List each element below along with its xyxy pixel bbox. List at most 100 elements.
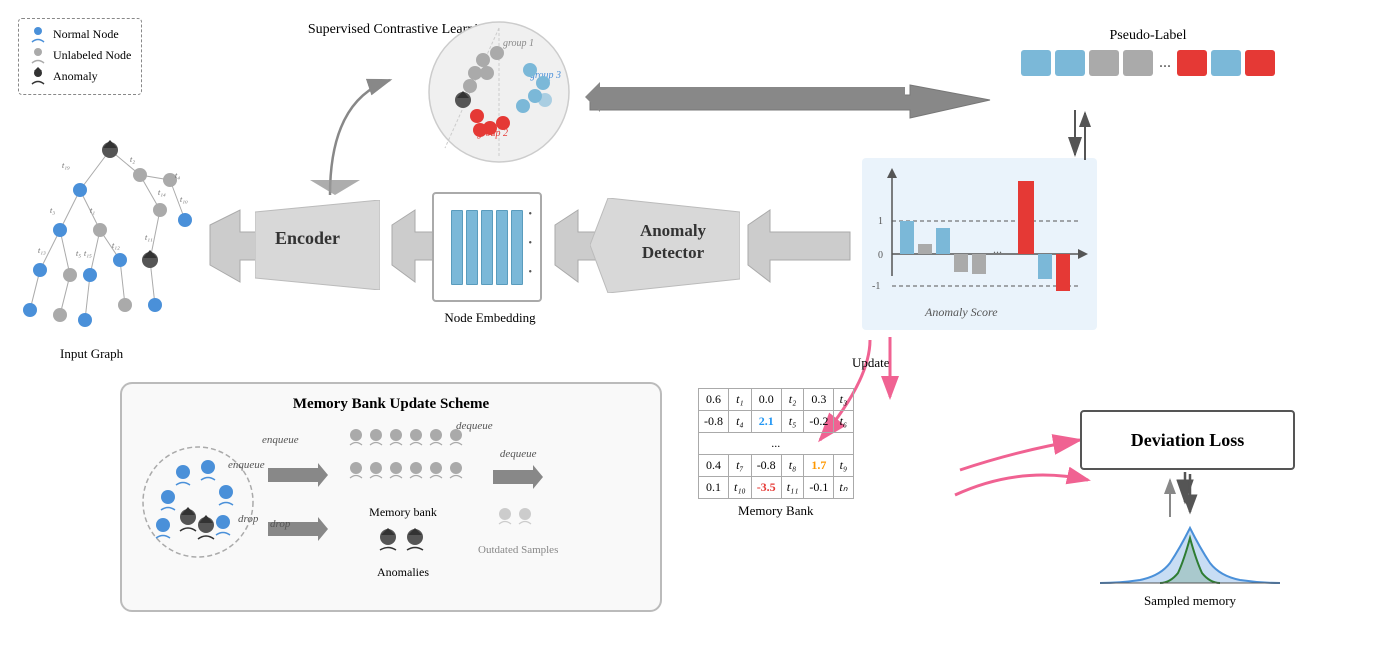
memory-bank-table: 0.6 t₁ 0.0 t₂ 0.3 t₃ -0.8 t₄ 2.1 t₅ -0.2…: [698, 388, 854, 499]
enqueue-label-text: enqueue: [262, 434, 299, 446]
dequeue-label-text: dequeue: [456, 420, 493, 432]
anomaly-score-chart: 1 0 -1 ... Anomaly Score: [862, 158, 1097, 330]
stripe-3: [481, 210, 493, 285]
sampled-to-dev-arrow: [1155, 475, 1185, 520]
anomalies-svg: [373, 525, 433, 565]
memory-bank-sub-label: Memory bank: [369, 505, 437, 520]
svg-text:t₁₀: t₁₀: [180, 195, 188, 204]
outdated-label: Outdated Samples: [478, 544, 558, 556]
diagram-container: Normal Node Unlabeled Node Anomaly: [0, 0, 1378, 646]
memory-bank-label: Memory Bank: [698, 503, 854, 519]
memory-bank-update-scheme: Memory Bank Update Scheme: [120, 382, 662, 612]
svg-text:t₁₉: t₁₉: [62, 161, 70, 170]
cell-4-3: t₁₁: [781, 477, 804, 499]
cell-2-dots: ...: [699, 433, 854, 455]
drop-label: drop: [238, 513, 258, 525]
encoder-box: Encoder: [255, 200, 380, 290]
cell-3-2: -0.8: [751, 455, 781, 477]
svg-text:t₁₅: t₁₅: [84, 249, 92, 258]
table-row: ...: [699, 433, 854, 455]
anomaly-detector-label: Anomaly Detector: [618, 220, 728, 264]
svg-text:t₄: t₄: [175, 171, 180, 180]
legend-normal-label: Normal Node: [53, 27, 119, 42]
pseudo-label-title: Pseudo-Label: [1018, 28, 1278, 44]
embedding-stripes: [451, 210, 523, 285]
svg-text:t₂: t₂: [130, 155, 135, 164]
svg-text:0: 0: [878, 250, 883, 261]
cell-3-4: 1.7: [804, 455, 834, 477]
enqueue-arrow-group: enqueue: [268, 463, 328, 487]
anomaly-detector-box: Anomaly Detector: [590, 198, 740, 293]
anomaly-node-icon: [29, 67, 47, 85]
table-row: 0.6 t₁ 0.0 t₂ 0.3 t₃: [699, 389, 854, 411]
node-embedding-label: Node Embedding: [420, 310, 560, 326]
stripe-1: [451, 210, 463, 285]
memory-bank-table-area: 0.6 t₁ 0.0 t₂ 0.3 t₃ -0.8 t₄ 2.1 t₅ -0.2…: [698, 388, 854, 519]
bell-curve-svg: [1090, 518, 1290, 588]
score-chart-svg: 1 0 -1 ... Anomaly Score: [870, 166, 1089, 322]
enqueue-label: enqueue: [228, 459, 265, 471]
svg-text:Anomaly Score: Anomaly Score: [924, 305, 998, 319]
score-to-pseudo-arrow: [1070, 108, 1100, 163]
node-embedding-box: • • •: [432, 192, 542, 302]
svg-text:1: 1: [878, 216, 883, 227]
svg-text:...: ...: [993, 242, 1002, 256]
back-arrow-svg: [585, 82, 905, 112]
cluster-svg: group 1 group 3 group 2: [425, 18, 573, 166]
pl-box-3: [1089, 50, 1119, 76]
svg-text:t₁: t₁: [90, 206, 95, 215]
memory-bank-people: Memory bank Anomalies: [338, 423, 468, 580]
embedding-dots: • • •: [528, 209, 532, 278]
stripe-4: [496, 210, 508, 285]
svg-text:t₃: t₃: [50, 206, 55, 215]
table-row: -0.8 t₄ 2.1 t₅ -0.2 t₆: [699, 411, 854, 433]
cell-0-3: t₂: [781, 389, 804, 411]
pl-box-4: [1123, 50, 1153, 76]
cell-0-1: t₁: [729, 389, 752, 411]
cluster-area: group 1 group 3 group 2: [425, 18, 573, 166]
table-row: 0.1 t₁₀ -3.5 t₁₁ -0.1 tₙ: [699, 477, 854, 499]
input-people-circle: [138, 437, 258, 567]
cell-0-5: t₃: [834, 389, 853, 411]
cell-1-4: -0.2: [804, 411, 834, 433]
memory-bank-title: Memory Bank Update Scheme: [138, 396, 644, 413]
outdated-section: Outdated Samples: [478, 504, 558, 556]
cell-1-0: -0.8: [699, 411, 729, 433]
pseudo-label-boxes: ...: [1018, 50, 1278, 76]
cell-4-2: -3.5: [751, 477, 781, 499]
input-graph: t₁₉ t₂ t₃ t₁ t₁₄ t₄ t₁₃ t₅ t₁₅ t₁₂ t₁₁ t…: [10, 120, 210, 340]
pl-box-1: [1021, 50, 1051, 76]
svg-text:t₁₁: t₁₁: [145, 233, 153, 242]
dequeue-label: dequeue: [500, 448, 537, 460]
svg-text:t₁₃: t₁₃: [38, 246, 46, 255]
anomalies-label: Anomalies: [377, 565, 429, 580]
legend-anomaly-label: Anomaly: [53, 69, 98, 84]
cell-1-1: t₄: [729, 411, 752, 433]
svg-text:-1: -1: [872, 281, 880, 292]
legend-item-anomaly: Anomaly: [29, 67, 131, 85]
encoder-label: Encoder: [275, 228, 340, 249]
legend-unlabeled-label: Unlabeled Node: [53, 48, 131, 63]
unlabeled-node-icon: [29, 46, 47, 64]
people-circle-svg: [138, 437, 258, 567]
cell-1-5: t₆: [834, 411, 853, 433]
cell-3-0: 0.4: [699, 455, 729, 477]
pseudo-label-area: Pseudo-Label ...: [1018, 28, 1278, 76]
memory-deviation-arrow-svg: [950, 455, 1095, 505]
drop-label-text: drop: [270, 518, 290, 530]
cell-1-2: 2.1: [751, 411, 781, 433]
cell-4-0: 0.1: [699, 477, 729, 499]
legend-item-normal: Normal Node: [29, 25, 131, 43]
table-row: 0.4 t₇ -0.8 t₈ 1.7 t₉: [699, 455, 854, 477]
pl-box-2: [1055, 50, 1085, 76]
stripe-2: [466, 210, 478, 285]
legend-box: Normal Node Unlabeled Node Anomaly: [18, 18, 142, 95]
cell-4-4: -0.1: [804, 477, 834, 499]
cell-4-5: tₙ: [834, 477, 853, 499]
svg-text:t₅: t₅: [76, 249, 81, 258]
cell-3-3: t₈: [781, 455, 804, 477]
dequeue-arrow-svg: [493, 465, 543, 489]
svg-text:group 1: group 1: [503, 38, 534, 49]
cell-3-1: t₇: [729, 455, 752, 477]
svg-text:t₁₄: t₁₄: [158, 188, 166, 197]
